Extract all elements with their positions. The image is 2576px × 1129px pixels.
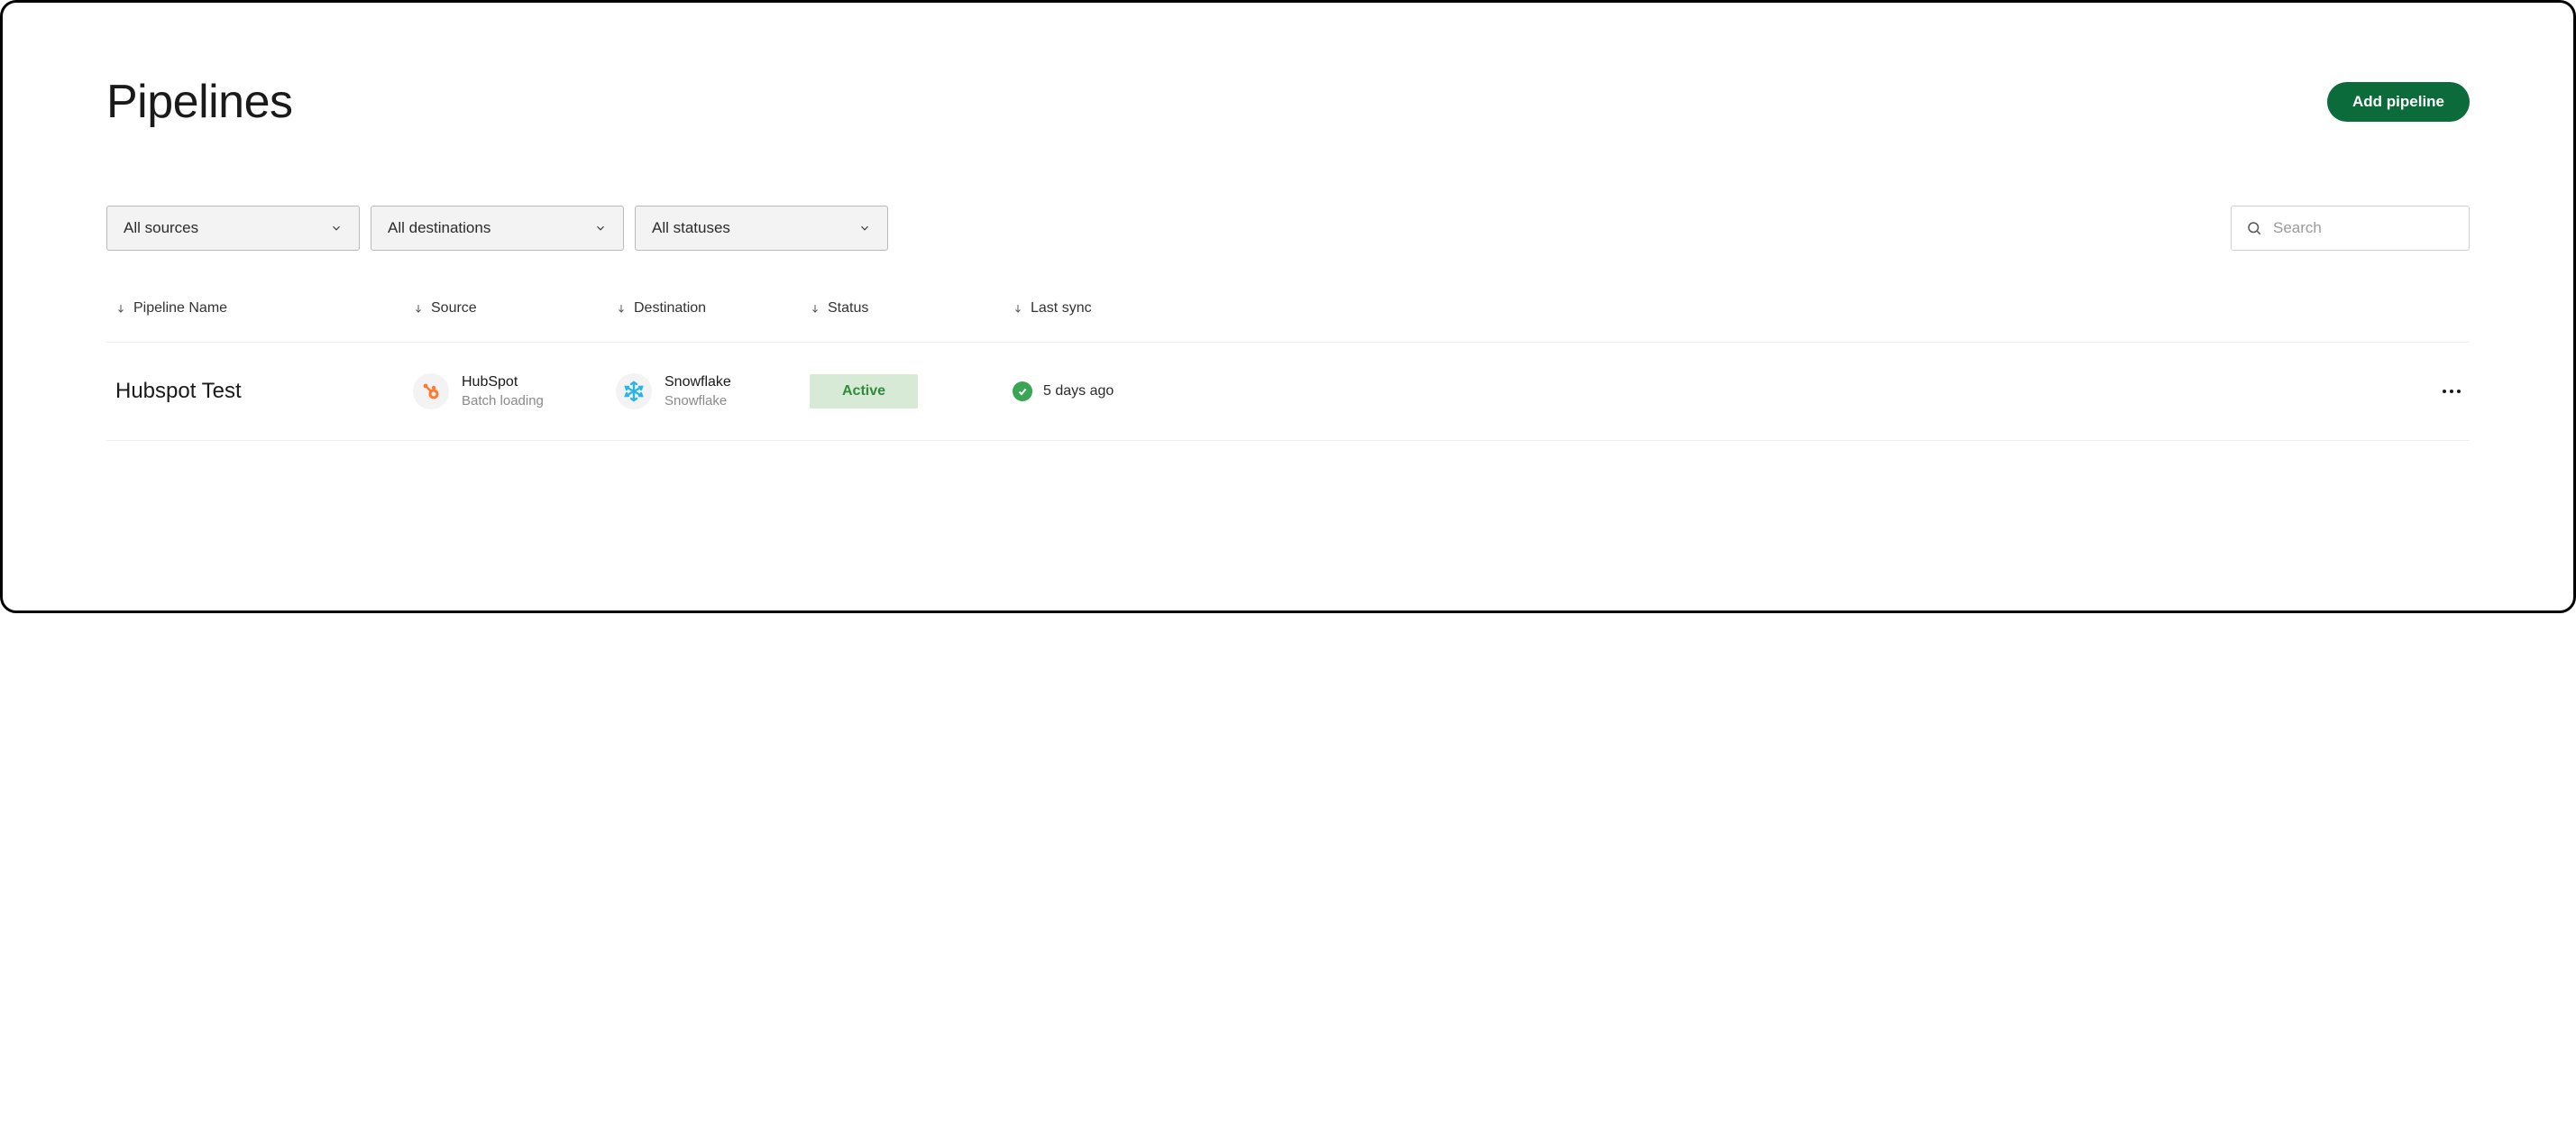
- pipelines-table: Pipeline Name Source Destination Status …: [106, 300, 2470, 441]
- row-actions-button[interactable]: [2416, 390, 2461, 393]
- chevron-down-icon: [330, 222, 343, 234]
- sort-down-icon: [1013, 302, 1023, 315]
- status-badge: Active: [810, 374, 918, 408]
- status-cell: Active: [810, 374, 1013, 408]
- sort-down-icon: [115, 302, 126, 315]
- controls-row: All sources All destinations All statuse…: [106, 206, 2470, 251]
- col-pipeline-name[interactable]: Pipeline Name: [115, 300, 413, 317]
- source-cell: HubSpot Batch loading: [413, 373, 616, 409]
- filter-sources-label: All sources: [124, 219, 198, 237]
- header-row: Pipelines Add pipeline: [106, 75, 2470, 129]
- filter-statuses[interactable]: All statuses: [635, 206, 888, 251]
- more-icon: [2443, 390, 2461, 393]
- hubspot-icon: [413, 373, 449, 409]
- destination-name: Snowflake: [665, 373, 731, 392]
- filter-destinations[interactable]: All destinations: [371, 206, 624, 251]
- table-row[interactable]: Hubspot Test HubSpot B: [106, 343, 2470, 441]
- chevron-down-icon: [858, 222, 871, 234]
- last-sync-cell: 5 days ago: [1013, 381, 2416, 401]
- pipeline-name: Hubspot Test: [115, 379, 413, 404]
- add-pipeline-button[interactable]: Add pipeline: [2327, 82, 2470, 122]
- last-sync-text: 5 days ago: [1043, 383, 1114, 399]
- search-box[interactable]: [2231, 206, 2470, 251]
- col-destination[interactable]: Destination: [616, 300, 810, 317]
- table-header: Pipeline Name Source Destination Status …: [106, 300, 2470, 343]
- pipelines-panel: Pipelines Add pipeline All sources All d…: [0, 0, 2576, 613]
- search-input[interactable]: [2273, 219, 2454, 237]
- col-status[interactable]: Status: [810, 300, 1013, 317]
- destination-sub: Snowflake: [665, 392, 731, 410]
- page-title: Pipelines: [106, 75, 293, 129]
- source-name: HubSpot: [462, 373, 544, 392]
- search-icon: [2246, 220, 2262, 236]
- check-circle-icon: [1013, 381, 1032, 401]
- sort-down-icon: [810, 302, 820, 315]
- sort-down-icon: [413, 302, 424, 315]
- filter-statuses-label: All statuses: [652, 219, 730, 237]
- snowflake-icon: [616, 373, 652, 409]
- col-source[interactable]: Source: [413, 300, 616, 317]
- filter-destinations-label: All destinations: [388, 219, 490, 237]
- sort-down-icon: [616, 302, 627, 315]
- destination-cell: Snowflake Snowflake: [616, 373, 810, 409]
- chevron-down-icon: [594, 222, 607, 234]
- col-last-sync[interactable]: Last sync: [1013, 300, 2416, 317]
- filter-sources[interactable]: All sources: [106, 206, 360, 251]
- source-sub: Batch loading: [462, 392, 544, 410]
